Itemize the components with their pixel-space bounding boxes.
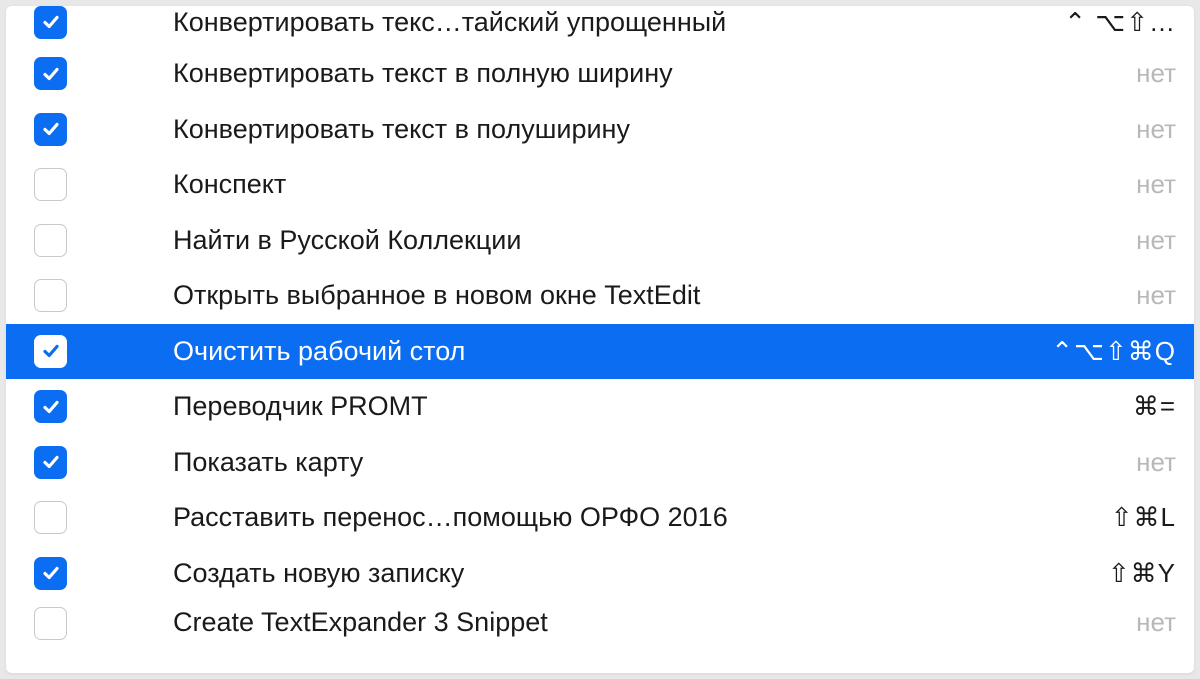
list-row[interactable]: Расставить перенос…помощью ОРФО 2016⇧⌘L	[6, 490, 1194, 546]
checkbox[interactable]	[34, 168, 67, 201]
services-shortcut-list: Конвертировать текс…тайский упрощенный⌃ …	[6, 6, 1194, 673]
list-row[interactable]: Показать картунет	[6, 435, 1194, 491]
shortcut-none[interactable]: нет	[1120, 58, 1176, 89]
check-icon	[41, 563, 61, 583]
list-row[interactable]: Конвертировать текс…тайский упрощенный⌃ …	[6, 6, 1194, 46]
service-label: Расставить перенос…помощью ОРФО 2016	[173, 502, 1095, 533]
checkbox[interactable]	[34, 57, 67, 90]
checkbox[interactable]	[34, 113, 67, 146]
list-row[interactable]: Создать новую записку⇧⌘Y	[6, 546, 1194, 602]
service-label: Конвертировать текст в полную ширину	[173, 58, 1120, 89]
service-label: Создать новую записку	[173, 558, 1092, 589]
list-row[interactable]: Найти в Русской Коллекциинет	[6, 213, 1194, 269]
service-label: Очистить рабочий стол	[173, 336, 1035, 367]
check-icon	[41, 341, 61, 361]
checkbox[interactable]	[34, 224, 67, 257]
service-label: Переводчик PROMT	[173, 391, 1117, 422]
checkbox[interactable]	[34, 390, 67, 423]
shortcut[interactable]: ⇧⌘Y	[1092, 558, 1176, 589]
shortcut[interactable]: ⌃⌥⇧⌘Q	[1035, 336, 1176, 367]
checkbox[interactable]	[34, 607, 67, 640]
check-icon	[41, 452, 61, 472]
shortcut-none[interactable]: нет	[1120, 280, 1176, 311]
list-row[interactable]: Create TextExpander 3 Snippetнет	[6, 601, 1194, 643]
service-label: Конвертировать текст в полуширину	[173, 114, 1120, 145]
service-label: Create TextExpander 3 Snippet	[173, 607, 1120, 638]
list-row[interactable]: Открыть выбранное в новом окне TextEditн…	[6, 268, 1194, 324]
check-icon	[41, 12, 61, 32]
shortcut[interactable]: ⌃ ⌥⇧…	[1048, 7, 1176, 38]
service-label: Найти в Русской Коллекции	[173, 225, 1120, 256]
service-label: Показать карту	[173, 447, 1120, 478]
check-icon	[41, 64, 61, 84]
list-row[interactable]: Конспектнет	[6, 157, 1194, 213]
service-label: Открыть выбранное в новом окне TextEdit	[173, 280, 1120, 311]
shortcut-none[interactable]: нет	[1120, 169, 1176, 200]
checkbox[interactable]	[34, 446, 67, 479]
checkbox[interactable]	[34, 6, 67, 39]
shortcut-none[interactable]: нет	[1120, 225, 1176, 256]
list-row[interactable]: Конвертировать текст в полную ширинунет	[6, 46, 1194, 102]
shortcut-none[interactable]: нет	[1120, 607, 1176, 638]
shortcut-none[interactable]: нет	[1120, 114, 1176, 145]
check-icon	[41, 119, 61, 139]
checkbox[interactable]	[34, 335, 67, 368]
shortcut[interactable]: ⇧⌘L	[1095, 502, 1176, 533]
checkbox[interactable]	[34, 279, 67, 312]
list-row[interactable]: Очистить рабочий стол⌃⌥⇧⌘Q	[6, 324, 1194, 380]
check-icon	[41, 397, 61, 417]
shortcut-none[interactable]: нет	[1120, 447, 1176, 478]
service-label: Конспект	[173, 169, 1120, 200]
shortcut[interactable]: ⌘=	[1117, 391, 1176, 422]
checkbox[interactable]	[34, 557, 67, 590]
service-label: Конвертировать текс…тайский упрощенный	[173, 7, 1048, 38]
list-row[interactable]: Переводчик PROMT⌘=	[6, 379, 1194, 435]
list-row[interactable]: Конвертировать текст в полуширинунет	[6, 102, 1194, 158]
checkbox[interactable]	[34, 501, 67, 534]
